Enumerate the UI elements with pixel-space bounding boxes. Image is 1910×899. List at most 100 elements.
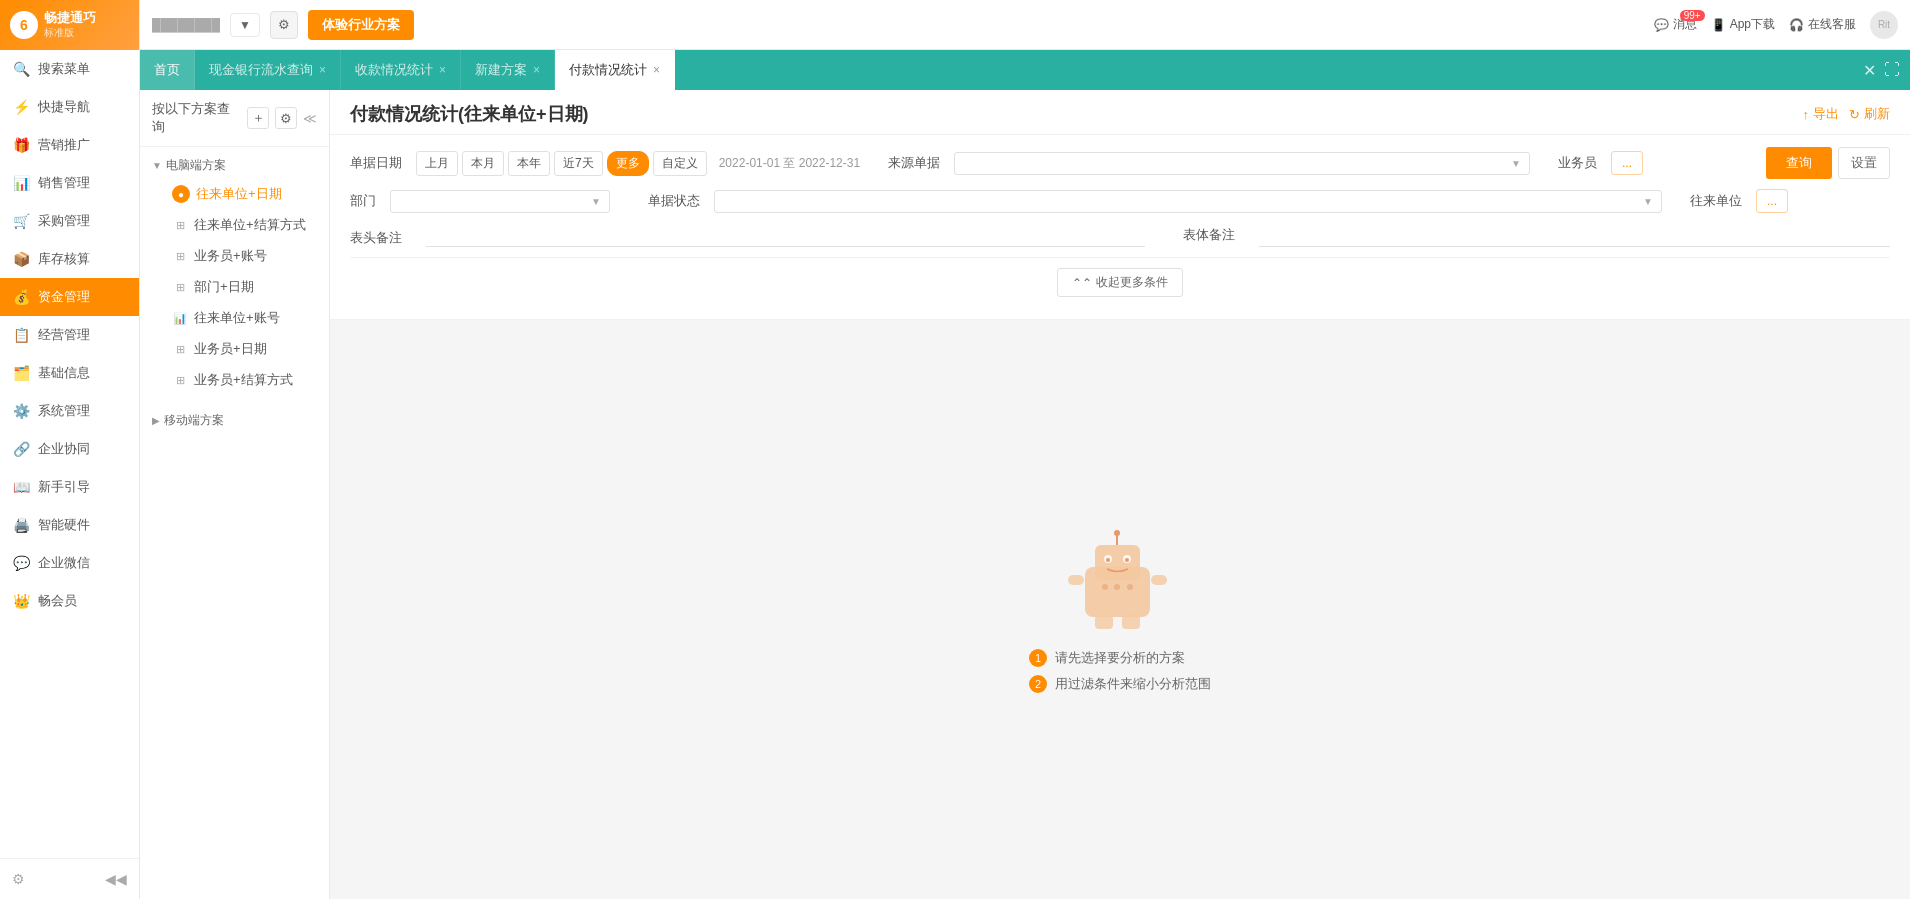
export-btn[interactable]: ↑ 导出 bbox=[1803, 105, 1840, 123]
topbar-settings-btn[interactable]: ⚙ bbox=[270, 11, 298, 39]
sidebar-item-quick-nav[interactable]: ⚡ 快捷导航 bbox=[0, 88, 139, 126]
tab-bank-flow-close[interactable]: × bbox=[319, 64, 326, 76]
filter-actions: 查询 设置 bbox=[1766, 147, 1890, 179]
enterprise-icon: 🔗 bbox=[12, 440, 30, 458]
filter-settings-btn[interactable]: 设置 bbox=[1838, 147, 1890, 179]
sidebar-header: 6 畅捷通巧 标准版 bbox=[0, 0, 139, 50]
scheme-panel-collapse-btn[interactable]: ≪ bbox=[303, 111, 317, 126]
sidebar-item-marketing[interactable]: 🎁 营销推广 bbox=[0, 126, 139, 164]
sidebar-item-system[interactable]: ⚙️ 系统管理 bbox=[0, 392, 139, 430]
scheme-unit-date-label: 往来单位+日期 bbox=[196, 185, 282, 203]
app-download-btn[interactable]: 📱 App下载 bbox=[1711, 16, 1775, 33]
sidebar-nav: 🔍 搜索菜单 ⚡ 快捷导航 🎁 营销推广 📊 销售管理 🛒 采购管理 📦 库存核… bbox=[0, 50, 139, 858]
source-dropdown-arrow: ▼ bbox=[1511, 158, 1521, 169]
sidebar-item-inventory[interactable]: 📦 库存核算 bbox=[0, 240, 139, 278]
trial-btn[interactable]: 体验行业方案 bbox=[308, 10, 414, 40]
mobile-group-header[interactable]: ▶ 移动端方案 bbox=[140, 408, 329, 433]
mobile-group-label: 移动端方案 bbox=[164, 412, 224, 429]
scheme-table-icon-1: ⊞ bbox=[172, 217, 188, 233]
online-service-btn[interactable]: 🎧 在线客服 bbox=[1789, 16, 1856, 33]
sidebar-item-basic-info[interactable]: 🗂️ 基础信息 bbox=[0, 354, 139, 392]
this-month-btn[interactable]: 本月 bbox=[462, 151, 504, 176]
scheme-item-dept-date[interactable]: ⊞ 部门+日期 bbox=[144, 272, 325, 302]
empty-texts: 1 请先选择要分析的方案 2 用过滤条件来缩小分析范围 bbox=[1029, 649, 1211, 693]
sales-icon: 📊 bbox=[12, 174, 30, 192]
sidebar-item-sales[interactable]: 📊 销售管理 bbox=[0, 164, 139, 202]
scheme-table-icon-2: ⊞ bbox=[172, 248, 188, 264]
company-dropdown[interactable]: ▼ bbox=[230, 13, 260, 37]
scheme-panel-title: 按以下方案查询 bbox=[152, 100, 241, 136]
collapse-btn[interactable]: ⌃⌃ 收起更多条件 bbox=[1057, 268, 1183, 297]
table-header-note-input[interactable] bbox=[426, 223, 1145, 247]
active-scheme-icon: ● bbox=[172, 185, 190, 203]
voucher-status-select[interactable]: ▼ bbox=[714, 190, 1662, 213]
sidebar-settings-btn[interactable]: ⚙ bbox=[8, 867, 29, 891]
refresh-icon: ↻ bbox=[1849, 107, 1860, 122]
scheme-chart-icon: 📊 bbox=[172, 310, 188, 326]
last-month-btn[interactable]: 上月 bbox=[416, 151, 458, 176]
sidebar-item-guide[interactable]: 📖 新手引导 bbox=[0, 468, 139, 506]
sidebar-item-purchase[interactable]: 🛒 采购管理 bbox=[0, 202, 139, 240]
table-body-note-input[interactable] bbox=[1259, 223, 1890, 247]
partner-input[interactable]: ... bbox=[1756, 189, 1788, 213]
export-icon: ↑ bbox=[1803, 107, 1810, 122]
sidebar-item-member[interactable]: 👑 畅会员 bbox=[0, 582, 139, 620]
sidebar-collapse-btn[interactable]: ◀◀ bbox=[101, 867, 131, 891]
app-logo: 6 bbox=[10, 11, 38, 39]
mobile-group-arrow: ▶ bbox=[152, 415, 160, 426]
company-name: ████████ bbox=[152, 18, 220, 32]
scheme-item-unit-date[interactable]: ● 往来单位+日期 bbox=[144, 179, 325, 209]
last7days-btn[interactable]: 近7天 bbox=[554, 151, 603, 176]
dept-select[interactable]: ▼ bbox=[390, 190, 610, 213]
tab-new-scheme-close[interactable]: × bbox=[533, 64, 540, 76]
basic-info-icon: 🗂️ bbox=[12, 364, 30, 382]
scheme-item-unit-account[interactable]: 📊 往来单位+账号 bbox=[144, 303, 325, 333]
source-voucher-select[interactable]: ▼ bbox=[954, 152, 1530, 175]
tab-bank-flow[interactable]: 现金银行流水查询 × bbox=[195, 50, 341, 90]
messages-btn[interactable]: 💬 消息 99+ bbox=[1654, 16, 1697, 33]
sidebar-item-enterprise-label: 企业协同 bbox=[38, 440, 90, 458]
sidebar-item-operation[interactable]: 📋 经营管理 bbox=[0, 316, 139, 354]
scheme-item-staff-settlement[interactable]: ⊞ 业务员+结算方式 bbox=[144, 365, 325, 395]
refresh-btn[interactable]: ↻ 刷新 bbox=[1849, 105, 1890, 123]
more-btn[interactable]: 更多 bbox=[607, 151, 649, 176]
tab-receivable[interactable]: 收款情况统计 × bbox=[341, 50, 461, 90]
source-section: 来源单据 ▼ bbox=[888, 152, 1530, 175]
sidebar-item-member-label: 畅会员 bbox=[38, 592, 77, 610]
sidebar-item-search[interactable]: 🔍 搜索菜单 bbox=[0, 50, 139, 88]
close-tab-btn[interactable]: ✕ bbox=[1863, 61, 1876, 80]
this-year-btn[interactable]: 本年 bbox=[508, 151, 550, 176]
maximize-tab-btn[interactable]: ⛶ bbox=[1884, 61, 1900, 79]
tab-receivable-close[interactable]: × bbox=[439, 64, 446, 76]
svg-point-5 bbox=[1125, 558, 1129, 562]
dept-dropdown-arrow: ▼ bbox=[591, 196, 601, 207]
tab-home-label: 首页 bbox=[154, 61, 180, 79]
sidebar-item-hardware[interactable]: 🖨️ 智能硬件 bbox=[0, 506, 139, 544]
member-icon: 👑 bbox=[12, 592, 30, 610]
scheme-staff-date-label: 业务员+日期 bbox=[194, 340, 267, 358]
sidebar-item-wechat[interactable]: 💬 企业微信 bbox=[0, 544, 139, 582]
svg-rect-1 bbox=[1095, 545, 1140, 580]
sidebar-item-enterprise[interactable]: 🔗 企业协同 bbox=[0, 430, 139, 468]
source-voucher-label: 来源单据 bbox=[888, 154, 940, 172]
tab-receivable-label: 收款情况统计 bbox=[355, 61, 433, 79]
tab-payment-stat-close[interactable]: × bbox=[653, 64, 660, 76]
svg-rect-10 bbox=[1095, 615, 1113, 629]
user-avatar[interactable]: Rit bbox=[1870, 11, 1898, 39]
scheme-item-staff-account[interactable]: ⊞ 业务员+账号 bbox=[144, 241, 325, 271]
scheme-item-staff-date[interactable]: ⊞ 业务员+日期 bbox=[144, 334, 325, 364]
tab-new-scheme[interactable]: 新建方案 × bbox=[461, 50, 555, 90]
custom-btn[interactable]: 自定义 bbox=[653, 151, 707, 176]
desktop-group-header[interactable]: ▼ 电脑端方案 bbox=[140, 153, 329, 178]
scheme-panel: 按以下方案查询 ＋ ⚙ ≪ ▼ 电脑端方案 ● 往来单位+日期 bbox=[140, 90, 330, 899]
sidebar-item-capital[interactable]: 💰 资金管理 bbox=[0, 278, 139, 316]
tab-home[interactable]: 首页 bbox=[140, 50, 195, 90]
scheme-settings-btn[interactable]: ⚙ bbox=[275, 107, 297, 129]
add-scheme-btn[interactable]: ＋ bbox=[247, 107, 269, 129]
tabbar: 首页 现金银行流水查询 × 收款情况统计 × 新建方案 × 付款情况统计 × ✕… bbox=[140, 50, 1910, 90]
query-btn[interactable]: 查询 bbox=[1766, 147, 1832, 179]
scheme-item-unit-settlement[interactable]: ⊞ 往来单位+结算方式 bbox=[144, 210, 325, 240]
sidebar-item-purchase-label: 采购管理 bbox=[38, 212, 90, 230]
salesperson-input[interactable]: ... bbox=[1611, 151, 1643, 175]
tab-payment-stat[interactable]: 付款情况统计 × bbox=[555, 50, 675, 90]
